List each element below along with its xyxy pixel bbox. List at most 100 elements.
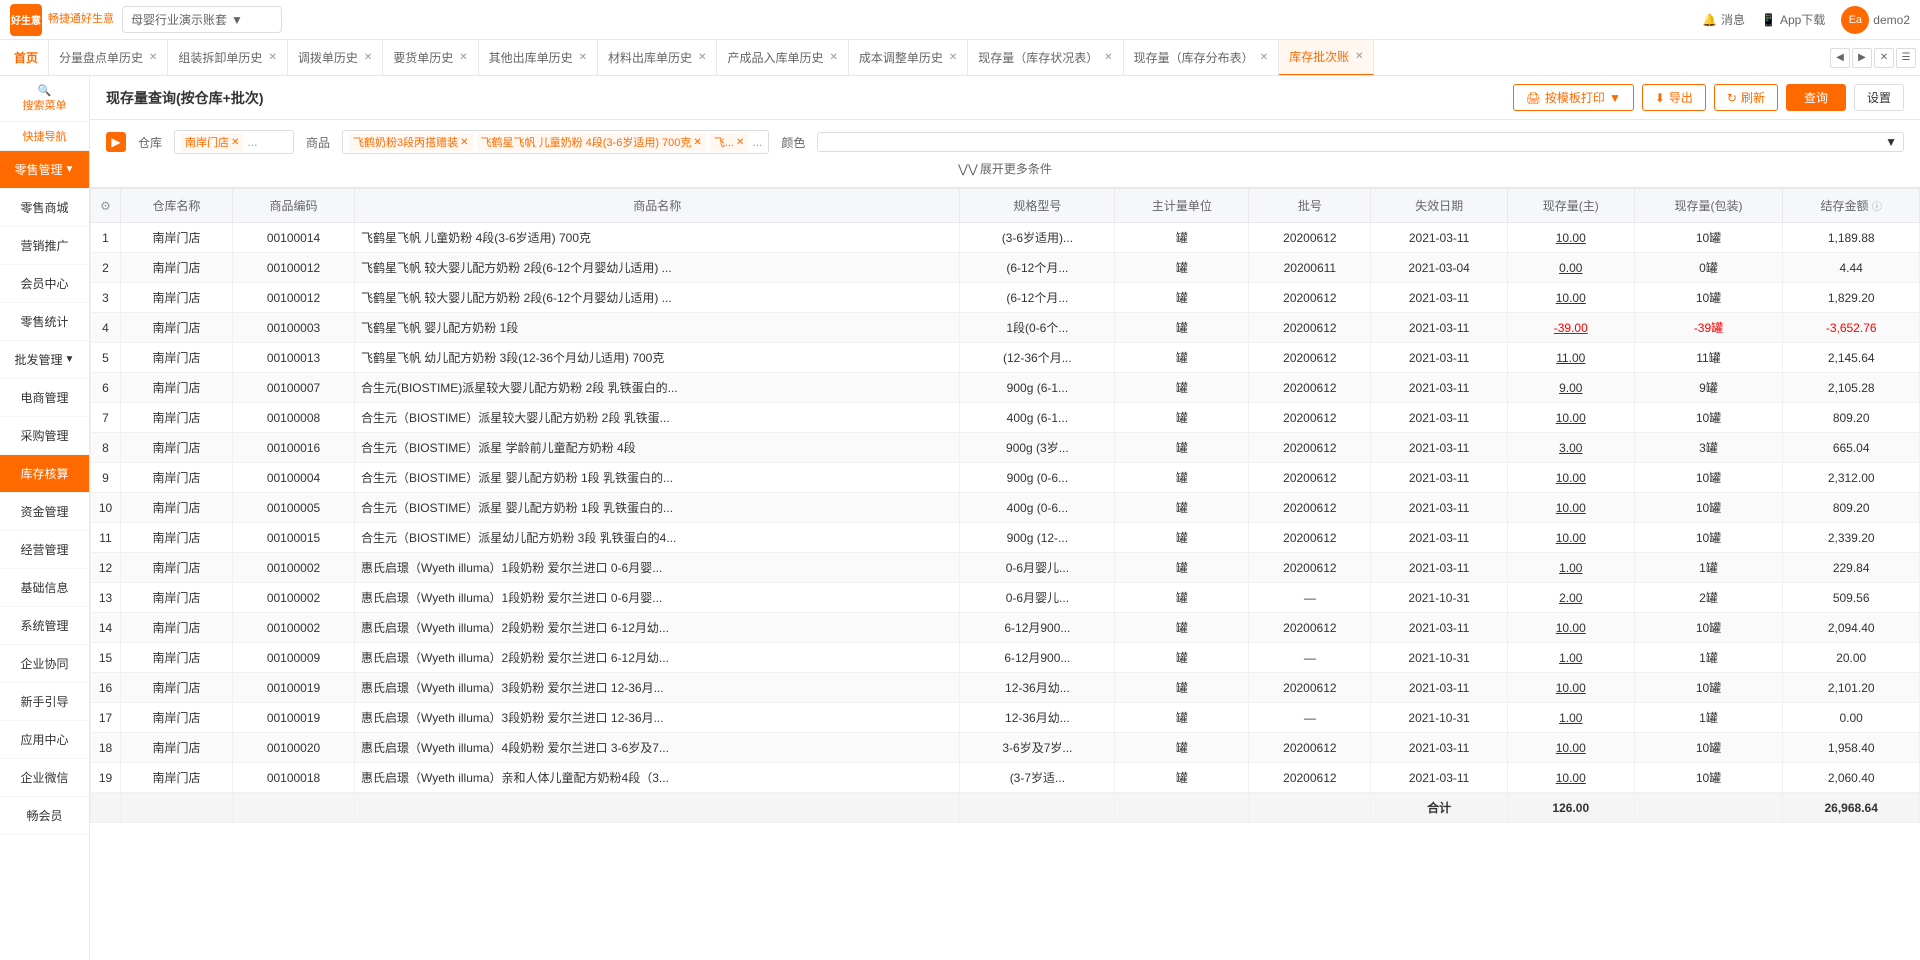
product-more-close[interactable]: ✕ [736,137,744,148]
sidebar-item-changhui[interactable]: 畅会员 [0,797,89,835]
color-filter-input[interactable]: ▼ [817,132,1904,152]
cell-qty-main[interactable]: 11.00 [1507,343,1634,373]
cell-qty-main[interactable]: 1.00 [1507,703,1634,733]
tab-close-chengben[interactable]: ✕ [949,52,957,63]
tab-chengben[interactable]: 成本调整单历史 ✕ [849,40,968,76]
cell-qty-main[interactable]: 10.00 [1507,493,1634,523]
sidebar-search[interactable]: 🔍 搜索菜单 [0,76,89,122]
cell-spec: (12-36个月... [960,343,1115,373]
sidebar-item-lingshou[interactable]: 零售管理 ▼ [0,151,89,189]
tab-close-xiancun3[interactable]: ✕ [1355,51,1363,62]
sidebar-item-lingtong[interactable]: 零售统计 [0,303,89,341]
tab-xiancun3[interactable]: 库存批次账 ✕ [1279,40,1374,76]
tab-close-tiaobo[interactable]: ✕ [364,52,372,63]
tab-close-all-button[interactable]: ✕ [1874,48,1894,68]
tab-close-xiancun1[interactable]: ✕ [1104,52,1112,63]
sidebar-item-jichu[interactable]: 基础信息 [0,569,89,607]
cell-qty-main[interactable]: 2.00 [1507,583,1634,613]
product-tag-2-close[interactable]: ✕ [693,137,701,148]
app-download-button[interactable]: 📱 App下载 [1761,11,1825,28]
tab-menu-button[interactable]: ☰ [1896,48,1916,68]
cell-batch: 20200612 [1249,733,1371,763]
tab-yaohuo[interactable]: 要货单历史 ✕ [383,40,478,76]
sidebar-item-xitong[interactable]: 系统管理 [0,607,89,645]
sidebar-item-caigou[interactable]: 采购管理 [0,417,89,455]
settings-button[interactable]: 设置 [1854,84,1904,111]
cell-qty-main[interactable]: 10.00 [1507,763,1634,793]
tab-close-yaohuo[interactable]: ✕ [459,52,467,63]
cell-qty-main[interactable]: 10.00 [1507,223,1634,253]
cell-qty-main[interactable]: 10.00 [1507,673,1634,703]
user-menu[interactable]: Ea demo2 [1841,6,1910,34]
cell-qty-main[interactable]: 1.00 [1507,553,1634,583]
cell-qty-main[interactable]: 1.00 [1507,643,1634,673]
cell-qty-main[interactable]: 3.00 [1507,433,1634,463]
warehouse-filter-input[interactable]: 南岸门店 ✕ ... [174,130,294,154]
cell-qty-main[interactable]: 10.00 [1507,733,1634,763]
cell-qty-main[interactable]: 10.00 [1507,523,1634,553]
tab-cailiao[interactable]: 材料出库单历史 ✕ [598,40,717,76]
product-more-dots[interactable]: ... [752,135,762,149]
company-selector[interactable]: 母婴行业演示账套 ▼ [122,6,282,33]
cell-unit: 罐 [1115,253,1249,283]
sidebar-item-kucun[interactable]: 库存核算 [0,455,89,493]
sidebar-item-zijin[interactable]: 资金管理 [0,493,89,531]
tab-close-cailiao[interactable]: ✕ [698,52,706,63]
sidebar-item-dianshang[interactable]: 电商管理 [0,379,89,417]
sidebar-quick-nav[interactable]: 快捷导航 [0,122,89,151]
messages-button[interactable]: 🔔 消息 [1702,11,1745,28]
cell-batch: 20200612 [1249,403,1371,433]
table-row: 7南岸门店00100008合生元（BIOSTIME）派星较大婴儿配方奶粉 2段 … [91,403,1920,433]
sidebar-item-xinshou[interactable]: 新手引导 [0,683,89,721]
export-button[interactable]: ⬇ 导出 [1642,84,1706,111]
sidebar-item-qiyewei[interactable]: 企业微信 [0,759,89,797]
filter-expand-toggle[interactable]: ▶ [106,132,126,152]
tab-close-qita[interactable]: ✕ [579,52,587,63]
expand-more-button[interactable]: ⋁⋁ 展开更多条件 [958,160,1052,177]
sidebar-item-pifa[interactable]: 批发管理 ▼ [0,341,89,379]
warehouse-tag-close[interactable]: ✕ [231,137,239,148]
sidebar-item-jingying[interactable]: 经营管理 [0,531,89,569]
tab-close-chanpin[interactable]: ✕ [829,52,837,63]
tab-home[interactable]: 首页 [4,40,49,76]
sidebar-item-yingxiao[interactable]: 营销推广 [0,227,89,265]
cell-qty-main[interactable]: 10.00 [1507,403,1634,433]
refresh-button[interactable]: ↻ 刷新 [1714,84,1778,111]
product-tag-1-close[interactable]: ✕ [460,137,468,148]
cell-name: 合生元（BIOSTIME）派星 婴儿配方奶粉 1段 乳铁蛋白的... [354,463,959,493]
cell-qty-main[interactable]: 9.00 [1507,373,1634,403]
tab-close-xiancun2[interactable]: ✕ [1260,52,1268,63]
print-button[interactable]: 🖨 按模板打印 ▼ [1513,84,1634,111]
cell-warehouse: 南岸门店 [121,643,233,673]
sidebar-item-yingyong[interactable]: 应用中心 [0,721,89,759]
cell-name: 惠氏启璟（Wyeth illuma）亲和人体儿童配方奶粉4段（3... [354,763,959,793]
table-row: 10南岸门店00100005合生元（BIOSTIME）派星 婴儿配方奶粉 1段 … [91,493,1920,523]
cell-code: 00100007 [233,373,355,403]
cell-no: 15 [91,643,121,673]
tab-close-zuchai[interactable]: ✕ [268,52,276,63]
cell-qty-main[interactable]: -39.00 [1507,313,1634,343]
gear-icon[interactable]: ⚙ [100,199,111,213]
sidebar-item-lingshang[interactable]: 零售商城 [0,189,89,227]
tab-qita[interactable]: 其他出库单历史 ✕ [479,40,598,76]
cell-amount: 509.56 [1783,583,1920,613]
tab-prev-button[interactable]: ◀ [1830,48,1850,68]
tab-chanpin[interactable]: 产成品入库单历史 ✕ [717,40,848,76]
cell-qty-main[interactable]: 10.00 [1507,283,1634,313]
cell-warehouse: 南岸门店 [121,343,233,373]
tab-zuchai[interactable]: 组装拆卸单历史 ✕ [168,40,287,76]
cell-qty-main[interactable]: 0.00 [1507,253,1634,283]
cell-qty-main[interactable]: 10.00 [1507,463,1634,493]
tab-close-fenpan[interactable]: ✕ [149,52,157,63]
product-filter-input[interactable]: 飞鹤奶粉3段丙搭赠装 ✕ 飞鹤星飞帆 儿童奶粉 4段(3-6岁适用) 700克 … [342,130,769,154]
tab-tiaobo[interactable]: 调拨单历史 ✕ [288,40,383,76]
tab-xiancun2[interactable]: 现存量（库存分布表） ✕ [1124,40,1279,76]
cell-qty-main[interactable]: 10.00 [1507,613,1634,643]
tab-xiancun1[interactable]: 现存量（库存状况表） ✕ [968,40,1123,76]
sidebar-item-qiye[interactable]: 企业协同 [0,645,89,683]
sidebar-item-huiyuan[interactable]: 会员中心 [0,265,89,303]
query-button[interactable]: 查询 [1786,84,1846,111]
tab-fenpan[interactable]: 分量盘点单历史 ✕ [49,40,168,76]
tab-next-button[interactable]: ▶ [1852,48,1872,68]
warehouse-more[interactable]: ... [247,135,257,149]
